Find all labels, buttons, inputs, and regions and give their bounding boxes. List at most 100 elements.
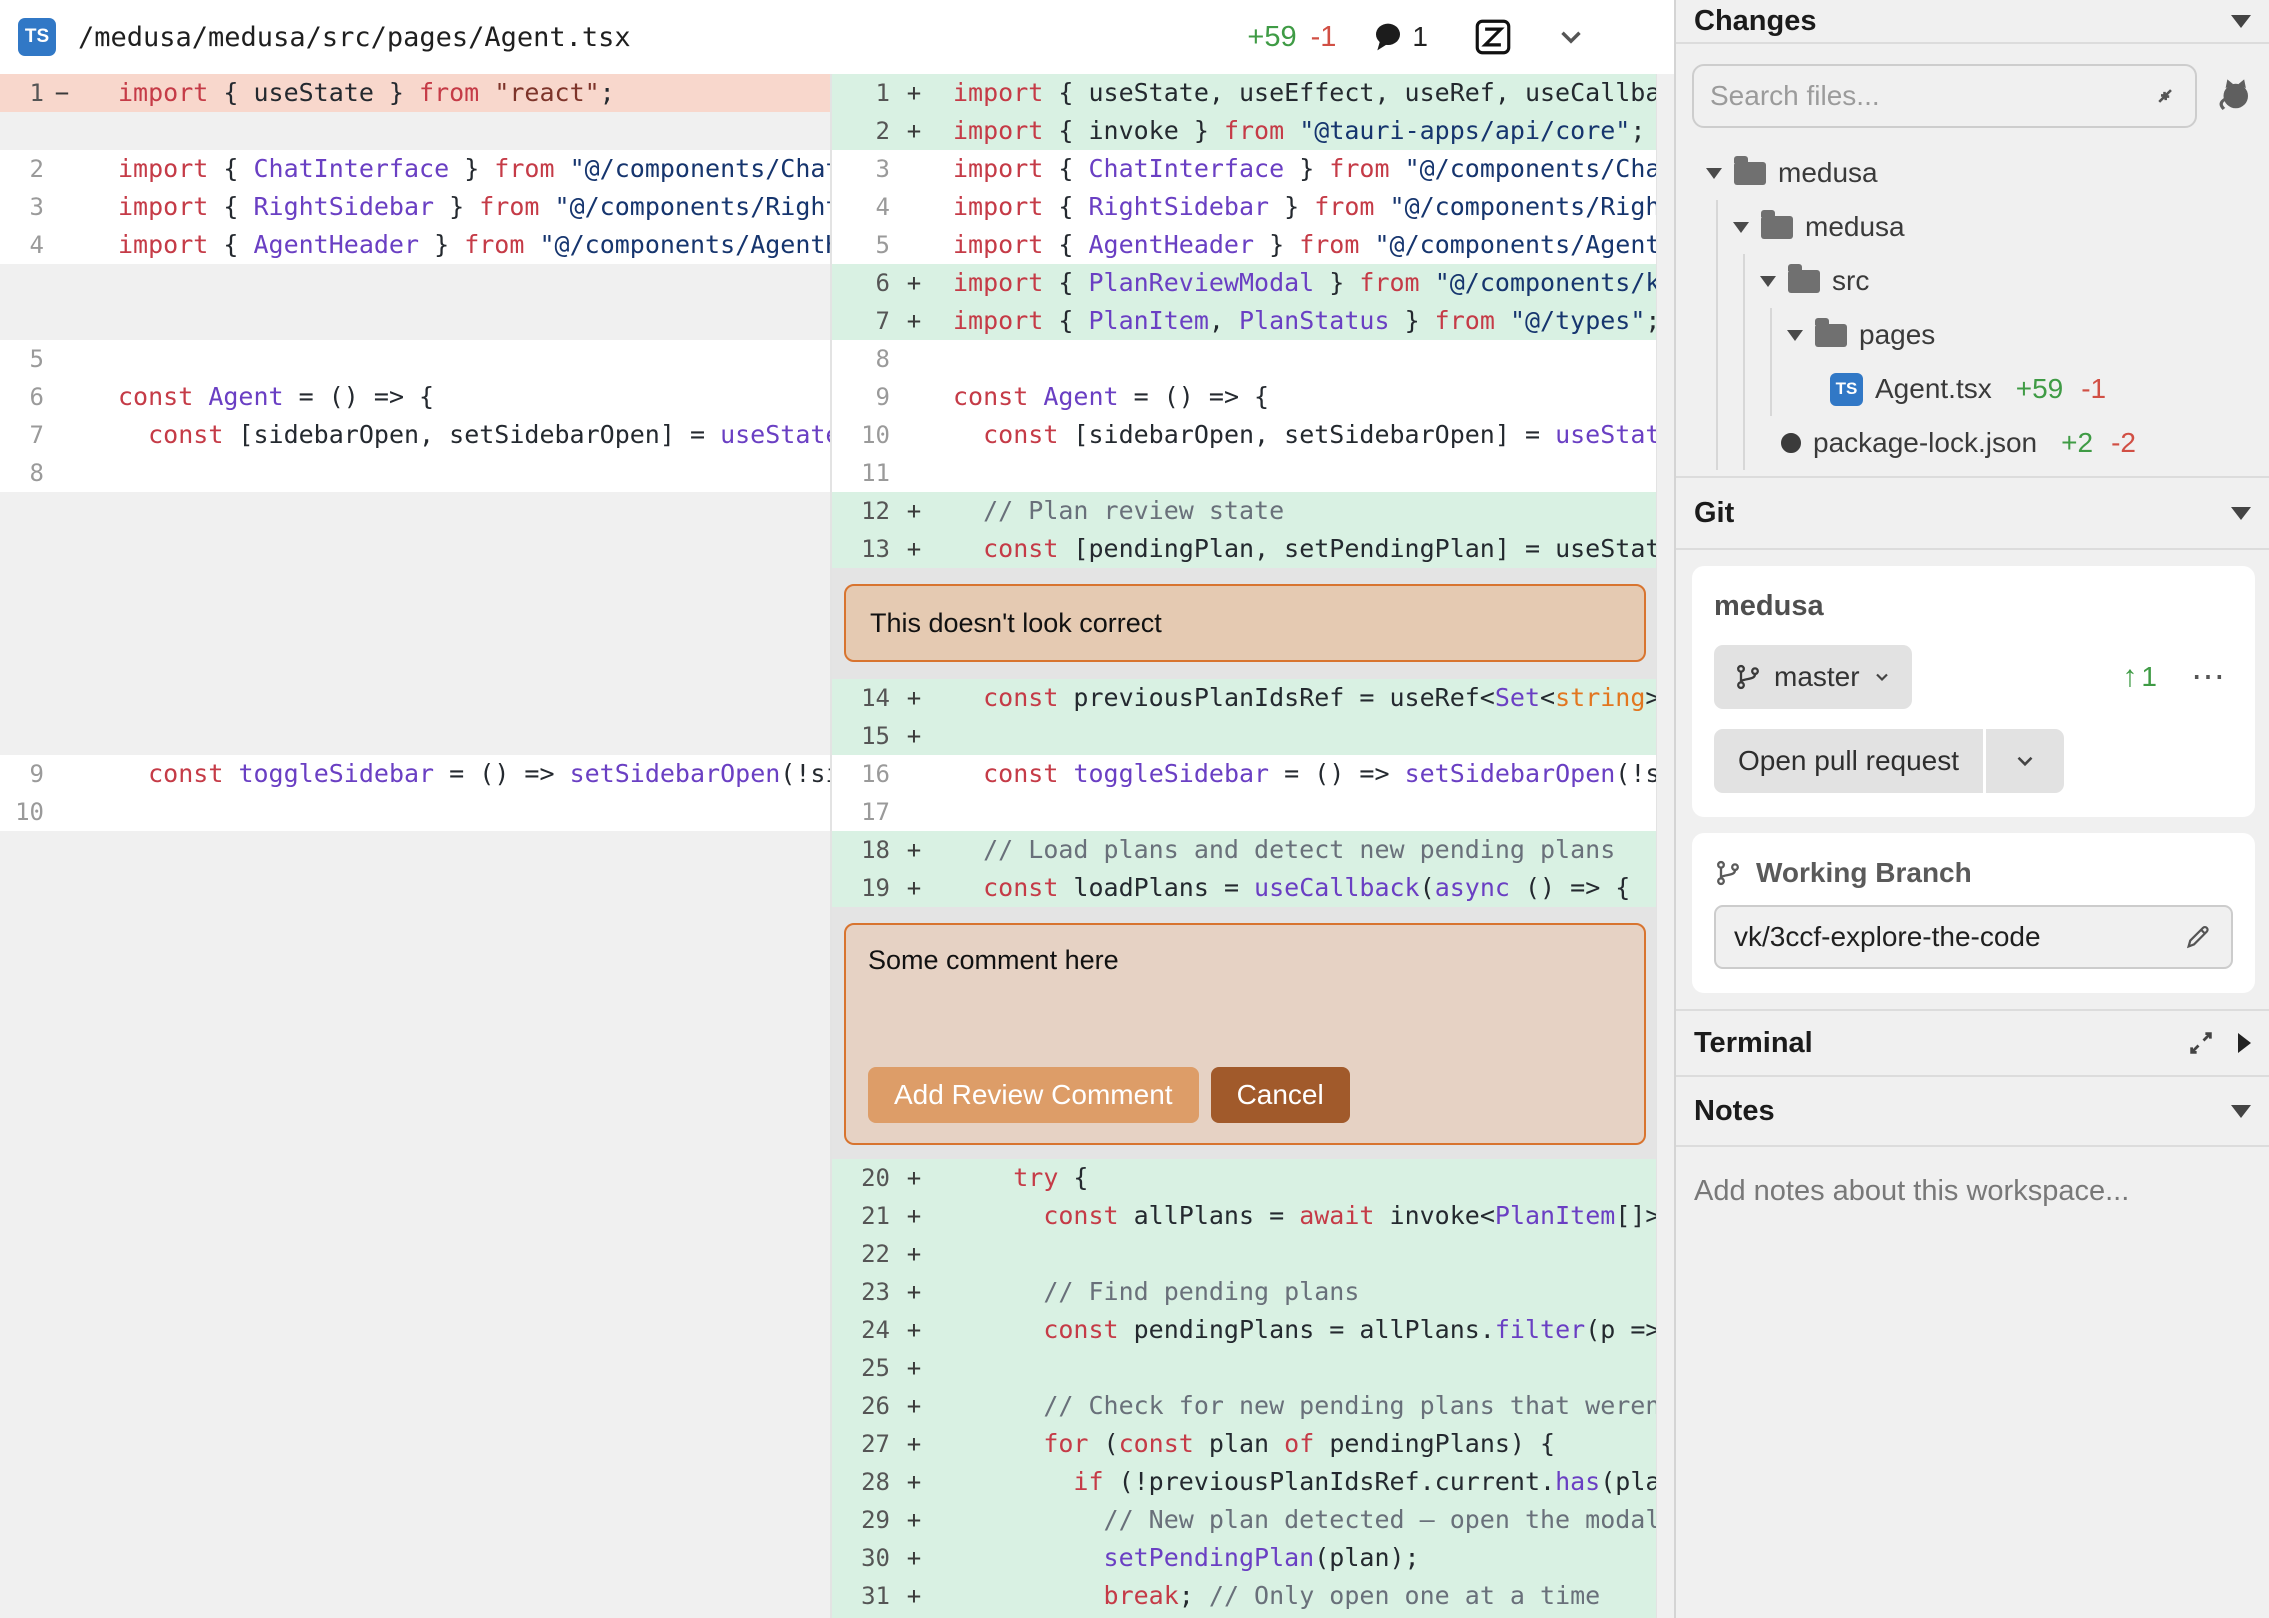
line-number[interactable]: 11 [832, 454, 890, 492]
tree-item-package-lock.json[interactable]: package-lock.json+2-2 [1676, 416, 2269, 470]
diff-row: 1−import { useState } from "react"; [0, 74, 830, 112]
diff-sign: + [890, 1311, 938, 1349]
open-pull-request-button[interactable]: Open pull request [1714, 729, 1983, 793]
line-number[interactable]: 27 [832, 1425, 890, 1463]
line-number[interactable]: 29 [832, 1501, 890, 1539]
code-line: // Find pending plans [938, 1273, 1359, 1311]
tree-expand-arrow-icon[interactable] [1733, 222, 1749, 233]
working-branch-input[interactable] [1734, 921, 2183, 953]
line-number[interactable]: 31 [832, 1577, 890, 1615]
line-number[interactable]: 15 [832, 717, 890, 755]
line-number[interactable]: 1 [832, 74, 890, 112]
chevron-down-icon[interactable] [2231, 15, 2251, 28]
line-number[interactable]: 10 [0, 793, 44, 831]
line-number[interactable]: 21 [832, 1197, 890, 1235]
line-number[interactable]: 14 [832, 679, 890, 717]
comment-input[interactable]: Some comment here [868, 945, 1622, 1067]
line-number[interactable]: 24 [832, 1311, 890, 1349]
diff-row: 23+ // Find pending plans [832, 1273, 1656, 1311]
terminal-title: Terminal [1694, 1027, 1813, 1060]
line-number[interactable]: 30 [832, 1539, 890, 1577]
line-number[interactable]: 4 [0, 226, 44, 264]
line-number[interactable]: 25 [832, 1349, 890, 1387]
git-section-header[interactable]: Git [1676, 476, 2269, 550]
notes-placeholder[interactable]: Add notes about this workspace... [1676, 1147, 2269, 1236]
chevron-down-icon[interactable] [2231, 1105, 2251, 1118]
line-number[interactable]: 19 [832, 869, 890, 907]
line-number[interactable]: 13 [832, 530, 890, 568]
indent-guide [1716, 200, 1718, 470]
comment-bubble-icon [1372, 21, 1404, 53]
terminal-section-header[interactable]: Terminal [1676, 1009, 2269, 1077]
line-number[interactable]: 26 [832, 1387, 890, 1425]
line-number[interactable]: 5 [832, 226, 890, 264]
tree-expand-arrow-icon[interactable] [1787, 330, 1803, 341]
line-number[interactable]: 12 [832, 492, 890, 530]
line-number[interactable]: 2 [0, 150, 44, 188]
collapse-tree-icon[interactable] [2151, 81, 2179, 111]
code-line: try { [938, 1159, 1088, 1197]
expand-right-icon[interactable] [2238, 1033, 2251, 1053]
comments-indicator[interactable]: 1 [1372, 21, 1428, 53]
line-number[interactable]: 5 [0, 340, 44, 378]
tree-item-medusa[interactable]: medusa [1676, 200, 2269, 254]
line-number[interactable]: 28 [832, 1463, 890, 1501]
diff-sign: + [890, 1539, 938, 1577]
search-files-input[interactable] [1710, 80, 2151, 112]
chevron-down-icon[interactable] [2231, 507, 2251, 520]
line-number[interactable]: 4 [832, 188, 890, 226]
code-line: break; // Only open one at a time [938, 1577, 1600, 1615]
code-line: import { RightSidebar } from "@/componen… [80, 188, 830, 226]
line-number[interactable]: 8 [0, 454, 44, 492]
tree-item-src[interactable]: src [1676, 254, 2269, 308]
line-number[interactable]: 2 [832, 112, 890, 150]
diff-row: 2import { ChatInterface } from "@/compon… [0, 150, 830, 188]
pull-request-dropdown-button[interactable] [1986, 729, 2064, 793]
line-number[interactable]: 16 [832, 755, 890, 793]
line-number[interactable]: 7 [0, 416, 44, 454]
line-number[interactable]: 22 [832, 1235, 890, 1273]
notes-section-header[interactable]: Notes [1676, 1077, 2269, 1147]
search-files-box[interactable] [1692, 64, 2197, 128]
more-options-button[interactable]: ⋯ [2191, 667, 2227, 687]
diff-scrollbar[interactable] [1656, 74, 1674, 1618]
line-number[interactable]: 7 [832, 302, 890, 340]
line-number[interactable]: 9 [0, 755, 44, 793]
line-number[interactable]: 10 [832, 416, 890, 454]
line-number[interactable]: 9 [832, 378, 890, 416]
add-review-comment-button[interactable]: Add Review Comment [868, 1067, 1199, 1123]
diff-row: 26+ // Check for new pending plans that … [832, 1387, 1656, 1425]
tree-item-Agent.tsx[interactable]: TSAgent.tsx+59-1 [1676, 362, 2269, 416]
folder-icon [1815, 324, 1847, 347]
tree-expand-arrow-icon[interactable] [1706, 168, 1722, 179]
line-number[interactable]: 20 [832, 1159, 890, 1197]
line-number[interactable]: 23 [832, 1273, 890, 1311]
code-line: if (!previousPlanIdsRef.current.has(plan… [938, 1463, 1656, 1501]
code-line: // Check for new pending plans that were… [938, 1387, 1656, 1425]
branch-row: master ↑ 1 ⋯ [1714, 645, 2233, 709]
line-number[interactable]: 17 [832, 793, 890, 831]
code-line: // New plan detected — open the modal [938, 1501, 1656, 1539]
github-octocat-icon[interactable] [2213, 75, 2255, 117]
line-number[interactable]: 18 [832, 831, 890, 869]
diff-filler [0, 264, 830, 340]
line-number[interactable]: 1 [0, 74, 44, 112]
working-branch-field[interactable] [1714, 905, 2233, 969]
line-number[interactable]: 6 [832, 264, 890, 302]
cancel-button[interactable]: Cancel [1211, 1067, 1350, 1123]
code-line: const pendingPlans = allPlans.filter(p =… [938, 1311, 1656, 1349]
tree-item-medusa[interactable]: medusa [1676, 146, 2269, 200]
collapse-diff-chevron-icon[interactable] [1554, 20, 1588, 54]
edit-pencil-icon[interactable] [2183, 922, 2213, 952]
line-number[interactable]: 3 [832, 150, 890, 188]
line-number[interactable]: 3 [0, 188, 44, 226]
app-logo-icon[interactable] [1472, 16, 1514, 58]
tree-item-pages[interactable]: pages [1676, 308, 2269, 362]
expand-icon[interactable] [2186, 1028, 2216, 1058]
changes-section-header[interactable]: Changes [1676, 0, 2269, 44]
line-number[interactable]: 6 [0, 378, 44, 416]
diff-sign: + [890, 1425, 938, 1463]
branch-selector[interactable]: master [1714, 645, 1912, 709]
tree-expand-arrow-icon[interactable] [1760, 276, 1776, 287]
line-number[interactable]: 8 [832, 340, 890, 378]
